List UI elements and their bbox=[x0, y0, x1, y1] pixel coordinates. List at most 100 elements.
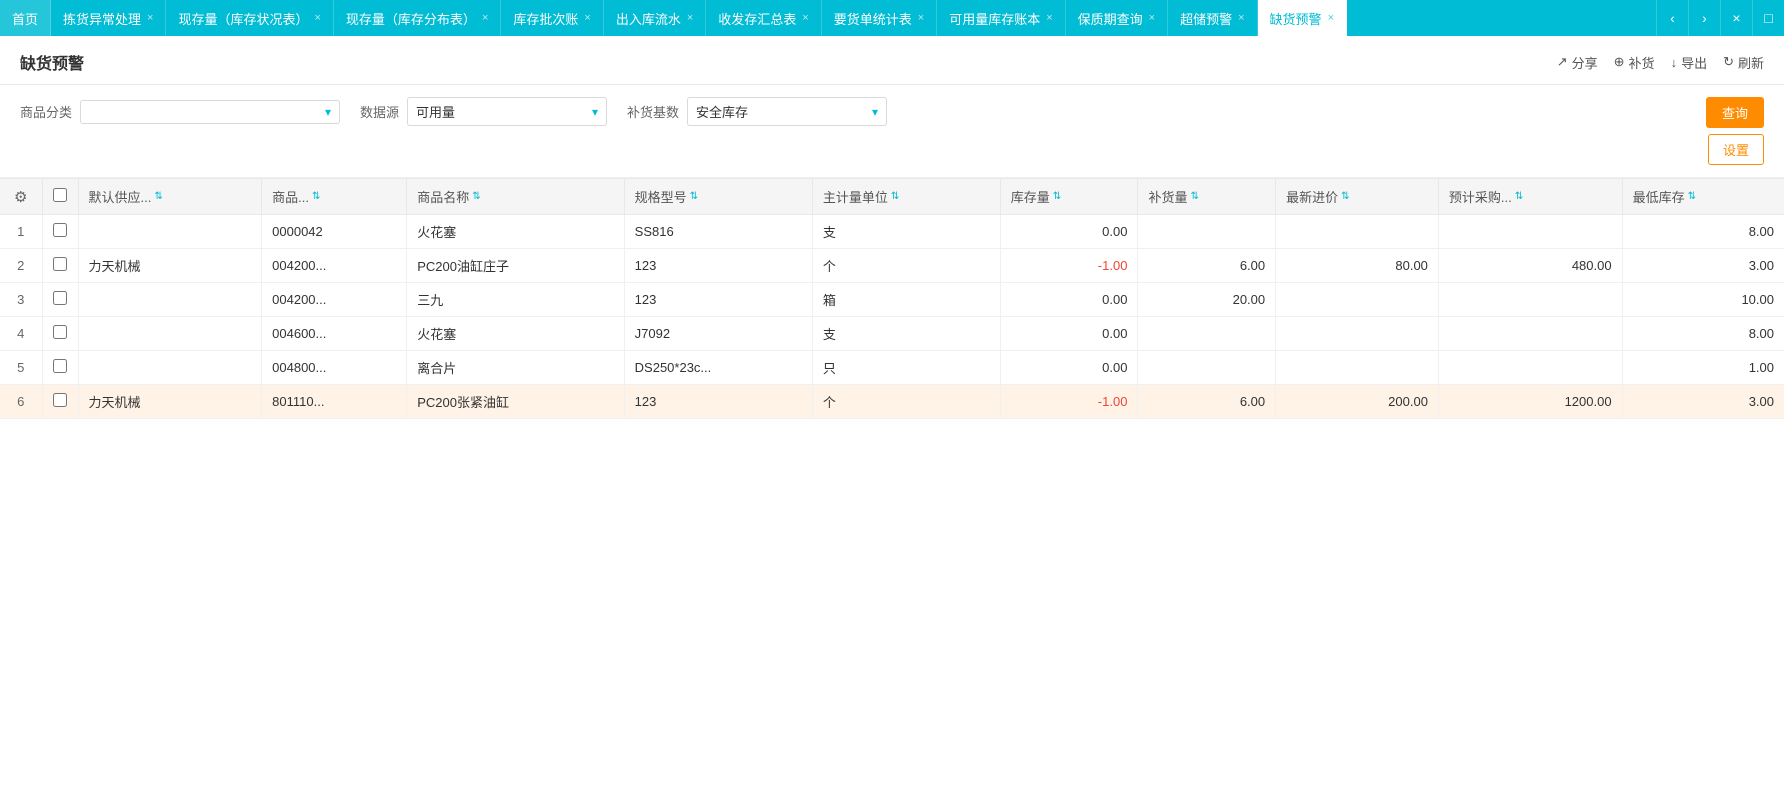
tab-flow-label: 出入库流水 bbox=[616, 9, 681, 28]
tab-inventory1-label: 现存量（库存状况表） bbox=[178, 9, 308, 28]
datasource-select[interactable]: 可用量 ▾ bbox=[407, 97, 607, 126]
cell-name: PC200张紧油缸 bbox=[407, 385, 624, 419]
th-code[interactable]: 商品... ⇅ bbox=[262, 179, 407, 215]
cell-checkbox[interactable] bbox=[42, 283, 78, 317]
tab-expiry[interactable]: 保质期查询 × bbox=[1066, 0, 1168, 36]
nav-next-btn[interactable]: › bbox=[1688, 0, 1720, 36]
th-stock[interactable]: 库存量 ⇅ bbox=[1000, 179, 1138, 215]
tab-inventory1-close[interactable]: × bbox=[314, 12, 320, 24]
filter-row: 商品分类 ▾ 数据源 可用量 ▾ bbox=[20, 97, 1686, 126]
cell-checkbox[interactable] bbox=[42, 249, 78, 283]
tab-flow-close[interactable]: × bbox=[687, 12, 693, 24]
export-button[interactable]: ↓ 导出 bbox=[1671, 53, 1708, 72]
row-checkbox[interactable] bbox=[53, 325, 67, 339]
tab-shortage-close[interactable]: × bbox=[1328, 12, 1334, 24]
share-button[interactable]: ↗ 分享 bbox=[1557, 53, 1598, 72]
tab-inventory2-label: 现存量（库存分布表） bbox=[346, 9, 476, 28]
table-row: 1 0000042 火花塞 SS816 支 0.00 8.00 bbox=[0, 215, 1784, 249]
cell-min-stock: 3.00 bbox=[1622, 249, 1784, 283]
replenish-select[interactable]: 安全库存 ▾ bbox=[687, 97, 887, 126]
tab-picking-close[interactable]: × bbox=[147, 12, 153, 24]
cell-code: 004600... bbox=[262, 317, 407, 351]
tab-overstock-label: 超储预警 bbox=[1180, 9, 1232, 28]
select-all-checkbox[interactable] bbox=[53, 188, 67, 202]
cell-est-purchase bbox=[1438, 283, 1622, 317]
tab-summary-label: 收发存汇总表 bbox=[718, 9, 796, 28]
th-supplier[interactable]: 默认供应... ⇅ bbox=[78, 179, 262, 215]
tab-inventory1[interactable]: 现存量（库存状况表） × bbox=[166, 0, 333, 36]
share-label: 分享 bbox=[1572, 53, 1598, 72]
spec-sort-icon: ⇅ bbox=[690, 191, 698, 202]
th-name[interactable]: 商品名称 ⇅ bbox=[407, 179, 624, 215]
row-checkbox[interactable] bbox=[53, 393, 67, 407]
nav-controls: ‹ › × □ bbox=[1656, 0, 1784, 36]
th-est-purchase[interactable]: 预计采购... ⇅ bbox=[1438, 179, 1622, 215]
tab-batch-close[interactable]: × bbox=[584, 12, 590, 24]
tab-picking[interactable]: 拣货异常处理 × bbox=[51, 0, 166, 36]
cell-checkbox[interactable] bbox=[42, 351, 78, 385]
nav-maximize-btn[interactable]: □ bbox=[1752, 0, 1784, 36]
gear-icon[interactable]: ⚙ bbox=[14, 189, 27, 206]
row-checkbox[interactable] bbox=[53, 257, 67, 271]
th-gear[interactable]: ⚙ bbox=[0, 179, 42, 215]
tab-shortage-label: 缺货预警 bbox=[1270, 9, 1322, 28]
th-latest-price[interactable]: 最新进价 ⇅ bbox=[1276, 179, 1439, 215]
cell-latest-price bbox=[1276, 215, 1439, 249]
category-select[interactable]: ▾ bbox=[80, 100, 340, 124]
th-spec[interactable]: 规格型号 ⇅ bbox=[624, 179, 812, 215]
export-label: 导出 bbox=[1681, 53, 1707, 72]
cell-spec: 123 bbox=[624, 249, 812, 283]
query-button[interactable]: 查询 bbox=[1706, 97, 1764, 128]
cell-code: 0000042 bbox=[262, 215, 407, 249]
cell-unit: 支 bbox=[812, 317, 1000, 351]
page-title: 缺货预警 bbox=[20, 50, 84, 74]
th-unit[interactable]: 主计量单位 ⇅ bbox=[812, 179, 1000, 215]
refresh-button[interactable]: ↻ 刷新 bbox=[1723, 53, 1764, 72]
tab-inventory2[interactable]: 现存量（库存分布表） × bbox=[334, 0, 501, 36]
th-min-stock[interactable]: 最低库存 ⇅ bbox=[1622, 179, 1784, 215]
cell-checkbox[interactable] bbox=[42, 317, 78, 351]
data-table: ⚙ 默认供应... ⇅ 商品... ⇅ bbox=[0, 178, 1784, 419]
cell-latest-price bbox=[1276, 317, 1439, 351]
cell-est-purchase bbox=[1438, 215, 1622, 249]
row-checkbox[interactable] bbox=[53, 359, 67, 373]
tab-order-close[interactable]: × bbox=[918, 12, 924, 24]
tab-shortage[interactable]: 缺货预警 × bbox=[1258, 0, 1347, 36]
table-row: 6 力天机械 801110... PC200张紧油缸 123 个 -1.00 6… bbox=[0, 385, 1784, 419]
tab-available[interactable]: 可用量库存账本 × bbox=[937, 0, 1065, 36]
tab-inventory2-close[interactable]: × bbox=[482, 12, 488, 24]
tab-overstock[interactable]: 超储预警 × bbox=[1168, 0, 1257, 36]
replenish-button[interactable]: ⊕ 补货 bbox=[1614, 53, 1655, 72]
tab-batch-label: 库存批次账 bbox=[513, 9, 578, 28]
cell-spec: DS250*23c... bbox=[624, 351, 812, 385]
cell-latest-price bbox=[1276, 351, 1439, 385]
nav-close-btn[interactable]: × bbox=[1720, 0, 1752, 36]
cell-checkbox[interactable] bbox=[42, 385, 78, 419]
cell-min-stock: 1.00 bbox=[1622, 351, 1784, 385]
cell-supplier: 力天机械 bbox=[78, 249, 262, 283]
cell-est-purchase bbox=[1438, 351, 1622, 385]
share-icon: ↗ bbox=[1557, 54, 1568, 70]
cell-supplier bbox=[78, 283, 262, 317]
table-body: 1 0000042 火花塞 SS816 支 0.00 8.00 2 力天机械 0… bbox=[0, 215, 1784, 419]
th-replenish[interactable]: 补货量 ⇅ bbox=[1138, 179, 1276, 215]
tab-expiry-close[interactable]: × bbox=[1149, 12, 1155, 24]
row-checkbox[interactable] bbox=[53, 223, 67, 237]
cell-checkbox[interactable] bbox=[42, 215, 78, 249]
cell-supplier bbox=[78, 351, 262, 385]
tab-available-close[interactable]: × bbox=[1046, 12, 1052, 24]
category-chevron-icon: ▾ bbox=[325, 105, 331, 119]
tab-flow[interactable]: 出入库流水 × bbox=[604, 0, 706, 36]
table-container: ⚙ 默认供应... ⇅ 商品... ⇅ bbox=[0, 178, 1784, 419]
tab-order[interactable]: 要货单统计表 × bbox=[822, 0, 937, 36]
row-checkbox[interactable] bbox=[53, 291, 67, 305]
name-sort-icon: ⇅ bbox=[472, 191, 480, 202]
tab-summary[interactable]: 收发存汇总表 × bbox=[706, 0, 821, 36]
tab-overstock-close[interactable]: × bbox=[1238, 12, 1244, 24]
tab-batch[interactable]: 库存批次账 × bbox=[501, 0, 603, 36]
tab-home[interactable]: 首页 bbox=[0, 0, 51, 36]
tab-summary-close[interactable]: × bbox=[802, 12, 808, 24]
cell-replenish: 20.00 bbox=[1138, 283, 1276, 317]
nav-prev-btn[interactable]: ‹ bbox=[1656, 0, 1688, 36]
settings-button[interactable]: 设置 bbox=[1708, 134, 1764, 165]
